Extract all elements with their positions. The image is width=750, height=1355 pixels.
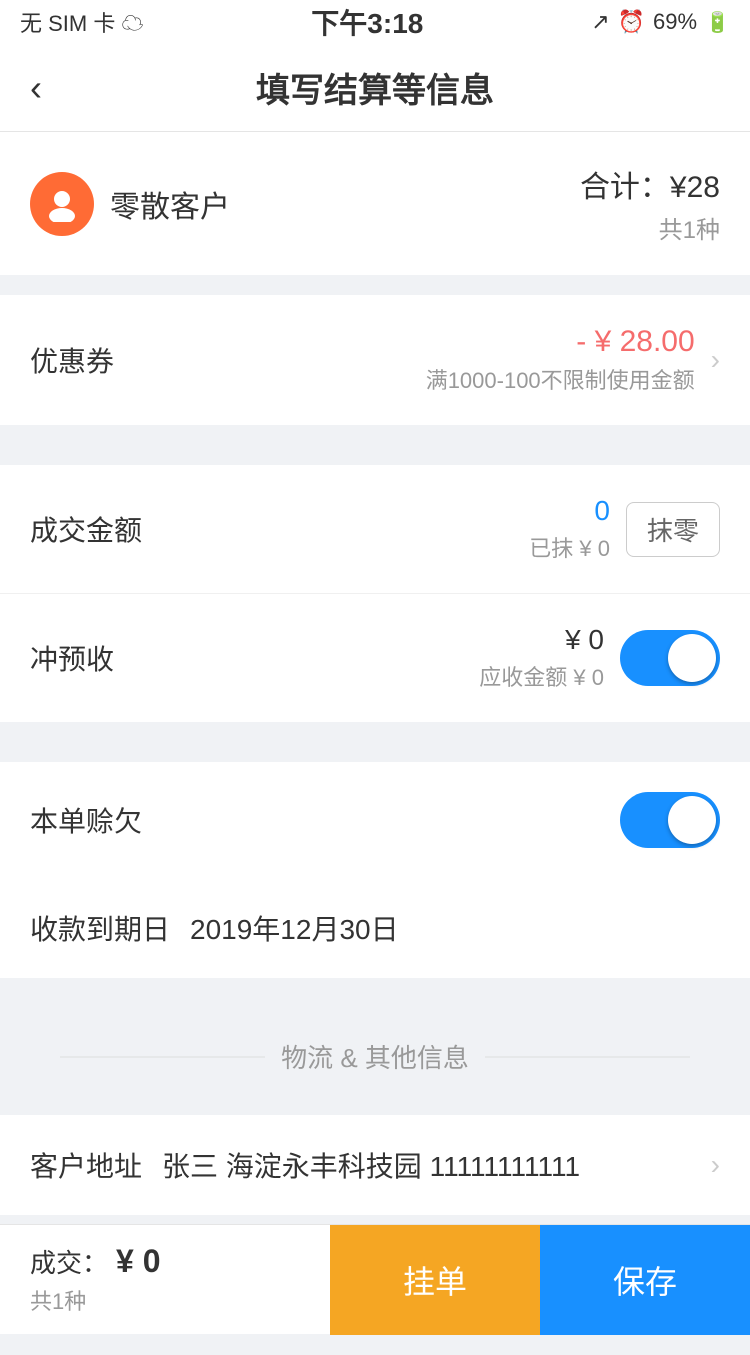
hold-button[interactable]: 挂单	[330, 1225, 540, 1335]
divider-2	[0, 742, 750, 762]
round-button[interactable]: 抹零	[626, 502, 720, 557]
status-right: ↗ ⏰ 69% 🔋	[591, 9, 730, 35]
logistics-label-text: 物流 & 其他信息	[281, 1043, 469, 1073]
customer-row: 零散客户 合计：¥28 共1种	[0, 132, 750, 275]
prepaid-right: ¥ 0 应收金额 ¥ 0	[479, 624, 720, 692]
total-count: 共1种	[580, 210, 720, 245]
due-date-row: 收款到期日 2019年12月30日	[0, 878, 750, 978]
address-label: 客户地址	[30, 1145, 142, 1185]
deal-amount-value: 0	[529, 495, 610, 527]
debt-label: 本单赊欠	[30, 800, 142, 840]
battery-icon: 🔋	[705, 10, 730, 35]
deal-amount-sub: 已抹 ¥ 0	[529, 531, 610, 563]
due-date-label: 收款到期日	[30, 908, 170, 948]
address-row[interactable]: 客户地址 张三 海淀永丰科技园 11111111111 ›	[0, 1115, 750, 1215]
bottom-left: 成交： ¥ 0 共1种	[0, 1243, 330, 1316]
customer-name: 零散客户	[110, 182, 230, 226]
debt-right	[620, 792, 720, 848]
divider-1	[0, 445, 750, 465]
nav-bar: ‹ 填写结算等信息	[0, 44, 750, 132]
coupon-section: 优惠券 - ¥ 28.00 满1000-100不限制使用金额 ›	[0, 295, 750, 425]
coupon-value: - ¥ 28.00 满1000-100不限制使用金额	[426, 325, 695, 395]
debt-toggle-knob	[668, 796, 716, 844]
save-button[interactable]: 保存	[540, 1225, 750, 1335]
debt-section: 本单赊欠 收款到期日 2019年12月30日	[0, 762, 750, 978]
status-left: 无 SIM 卡 ☁	[20, 6, 143, 38]
bottom-deal-label: 成交：	[30, 1243, 108, 1280]
prepaid-row: 冲预收 ¥ 0 应收金额 ¥ 0	[0, 594, 750, 722]
prepaid-amount-main: ¥ 0	[479, 624, 604, 656]
toggle-knob	[668, 634, 716, 682]
coupon-row[interactable]: 优惠券 - ¥ 28.00 满1000-100不限制使用金额 ›	[0, 295, 750, 425]
deal-amount-label: 成交金额	[30, 509, 142, 549]
divider-3	[0, 998, 750, 1018]
status-bar: 无 SIM 卡 ☁ 下午3:18 ↗ ⏰ 69% 🔋	[0, 0, 750, 44]
page-title: 填写结算等信息	[256, 63, 494, 112]
deal-amount-col: 0 已抹 ¥ 0	[529, 495, 610, 563]
logistics-section-label: 物流 & 其他信息	[0, 1018, 750, 1095]
prepaid-label: 冲预收	[30, 638, 114, 678]
coupon-label: 优惠券	[30, 340, 114, 380]
coupon-right: - ¥ 28.00 满1000-100不限制使用金额 ›	[426, 325, 720, 395]
address-chevron-icon: ›	[711, 1149, 720, 1181]
chevron-right-icon: ›	[711, 344, 720, 376]
battery-text: 69%	[653, 9, 697, 35]
content: 零散客户 合计：¥28 共1种 优惠券 - ¥ 28.00 满1000-100不…	[0, 132, 750, 1355]
due-date-value: 2019年12月30日	[190, 908, 399, 948]
alarm-icon: ⏰	[618, 9, 645, 35]
total-amount: 合计：¥28	[580, 162, 720, 206]
address-value: 张三 海淀永丰科技园 11111111111	[162, 1145, 711, 1185]
prepaid-amount-col: ¥ 0 应收金额 ¥ 0	[479, 624, 604, 692]
bottom-deal-amount: ¥ 0	[116, 1243, 160, 1280]
discount-amount: - ¥ 28.00	[426, 325, 695, 359]
logistics-label: 物流 & 其他信息	[265, 1038, 485, 1075]
no-sim-text: 无 SIM 卡 ☁	[20, 6, 143, 38]
bottom-deal-count: 共1种	[30, 1284, 300, 1316]
debt-row: 本单赊欠	[0, 762, 750, 878]
customer-info-left: 零散客户	[30, 172, 230, 236]
bottom-deal-line: 成交： ¥ 0	[30, 1243, 300, 1280]
deal-amount-row: 成交金额 0 已抹 ¥ 0 抹零	[0, 465, 750, 594]
prepaid-amount-sub: 应收金额 ¥ 0	[479, 660, 604, 692]
status-time: 下午3:18	[311, 2, 423, 42]
prepaid-toggle[interactable]	[620, 630, 720, 686]
location-icon: ↗	[591, 9, 609, 35]
deal-amount-right: 0 已抹 ¥ 0 抹零	[529, 495, 720, 563]
back-button[interactable]: ‹	[30, 67, 42, 109]
avatar	[30, 172, 94, 236]
bottom-bar: 成交： ¥ 0 共1种 挂单 保存	[0, 1224, 750, 1334]
discount-desc: 满1000-100不限制使用金额	[426, 363, 695, 395]
customer-total: 合计：¥28 共1种	[580, 162, 720, 245]
debt-toggle[interactable]	[620, 792, 720, 848]
deal-section: 成交金额 0 已抹 ¥ 0 抹零 冲预收 ¥ 0 应收金额 ¥ 0	[0, 465, 750, 722]
